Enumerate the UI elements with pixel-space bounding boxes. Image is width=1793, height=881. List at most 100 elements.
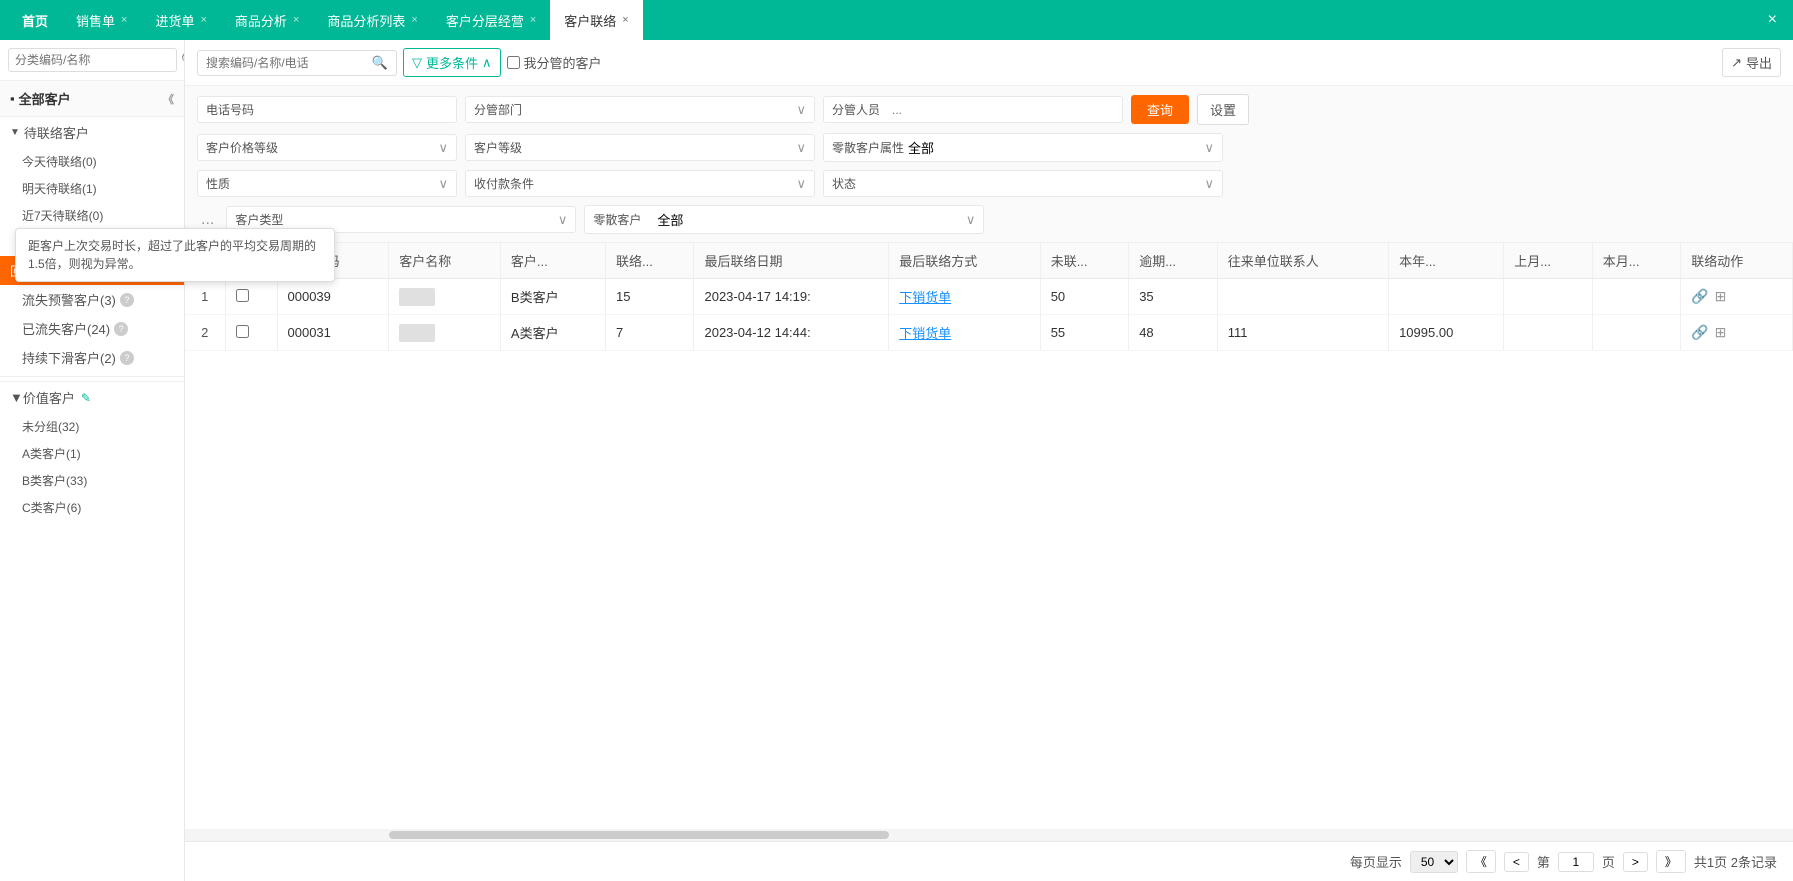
my-customers-checkbox[interactable] [507, 56, 520, 69]
tab-product-analysis-list[interactable]: 商品分析列表 × [313, 0, 431, 40]
retail-customer-field: 零散客户 全部 ∨ [584, 205, 984, 234]
dept-field: 分管部门 ∨ [465, 96, 815, 123]
row-last-method[interactable]: 下销货单 [889, 315, 1040, 351]
close-sales-tab[interactable]: × [121, 14, 127, 26]
my-customers-checkbox-label: 我分管的客户 [507, 53, 602, 72]
page-number-input[interactable] [1558, 852, 1594, 872]
sidebar-item-c-class[interactable]: C类客户(6) [0, 494, 184, 521]
main-layout: 🔍 ▪ 全部客户 《 ▼ 待联络客户 今天待联络(0) 明天待联络(1) 近7天… [0, 40, 1793, 881]
row-contact-count: 15 [605, 279, 694, 315]
status-input[interactable] [892, 177, 1204, 191]
close-customer-contact-tab[interactable]: × [622, 14, 628, 26]
horizontal-scrollbar[interactable] [185, 829, 1793, 841]
gender-dropdown-icon[interactable]: ∨ [438, 176, 448, 192]
price-grade-dropdown-icon[interactable]: ∨ [438, 140, 448, 156]
search-icon[interactable]: 🔍 [372, 55, 388, 71]
row-checkbox[interactable] [225, 315, 277, 351]
customer-grade-input[interactable] [534, 141, 796, 155]
sidebar-group-wait-contact[interactable]: ▼ 待联络客户 [0, 117, 184, 148]
sidebar-item-ungroup[interactable]: 未分组(32) [0, 413, 184, 440]
col-no-contact-header[interactable]: 未联... [1040, 243, 1129, 279]
customer-grade-field: 客户等级 ∨ [465, 134, 815, 161]
page-size-select[interactable]: 50 [1410, 851, 1458, 873]
retail-customer-dropdown-icon[interactable]: ∨ [966, 212, 976, 228]
search-input[interactable] [206, 56, 372, 70]
pay-term-input[interactable] [534, 177, 796, 191]
search-field: 🔍 [197, 50, 397, 76]
already-lost-help-icon[interactable]: ? [114, 322, 128, 336]
more-conditions-btn[interactable]: ▽ 更多条件 ∧ [403, 48, 501, 77]
contact-link-icon[interactable]: 🔗 [1691, 288, 1708, 305]
advanced-filters: 电话号码 分管部门 ∨ 分管人员 查询 设置 客户价格等级 [185, 86, 1793, 243]
close-product-analysis-tab[interactable]: × [293, 14, 299, 26]
sidebar-group-value-customer[interactable]: ▼ 价值客户 ✎ [0, 381, 184, 413]
price-grade-input[interactable] [278, 141, 438, 155]
sidebar-search-input[interactable] [8, 48, 177, 72]
contact-link-icon[interactable]: 🔗 [1691, 324, 1708, 341]
sidebar-item-b-class[interactable]: B类客户(33) [0, 467, 184, 494]
query-button[interactable]: 查询 [1131, 95, 1189, 124]
sidebar-item-tomorrow[interactable]: 明天待联络(1) [0, 175, 184, 202]
tab-customer-tier[interactable]: 客户分层经营 × [432, 0, 550, 40]
col-this-month-header[interactable]: 本月... [1592, 243, 1681, 279]
top-nav: 首页 销售单 × 进货单 × 商品分析 × 商品分析列表 × 客户分层经营 × … [0, 0, 1793, 40]
prev-page-button[interactable]: < [1504, 852, 1529, 872]
sidebar-item-a-class[interactable]: A类客户(1) [0, 440, 184, 467]
col-contact-person-header[interactable]: 往来单位联系人 [1217, 243, 1388, 279]
pay-term-dropdown-icon[interactable]: ∨ [796, 176, 806, 192]
contact-grid-icon[interactable]: ⊞ [1715, 324, 1727, 341]
export-button[interactable]: ↗ 导出 [1722, 48, 1781, 77]
filter-row-2: 客户价格等级 ∨ 客户等级 ∨ 零散客户属性 全部 ∨ [197, 133, 1781, 162]
sidebar-item-7days[interactable]: 近7天待联络(0) [0, 202, 184, 229]
dept-dropdown-icon[interactable]: ∨ [796, 102, 806, 118]
lost-predict-help-icon[interactable]: ? [120, 293, 134, 307]
customer-type-dropdown-icon[interactable]: ∨ [558, 212, 568, 228]
sidebar-item-today[interactable]: 今天待联络(0) [0, 148, 184, 175]
sidebar-collapse-btn[interactable]: 《 [163, 91, 174, 107]
row-checkbox[interactable] [225, 279, 277, 315]
first-page-button[interactable]: 《 [1466, 850, 1496, 873]
col-last-month-header[interactable]: 上月... [1504, 243, 1593, 279]
contact-grid-icon[interactable]: ⊞ [1715, 288, 1727, 305]
tab-purchase[interactable]: 进货单 × [141, 0, 220, 40]
scroll-thumb[interactable] [389, 831, 889, 839]
close-customer-tier-tab[interactable]: × [530, 14, 536, 26]
col-this-year-header[interactable]: 本年... [1389, 243, 1504, 279]
row-contact-person: 111 [1217, 315, 1388, 351]
row-this-month [1592, 315, 1681, 351]
next-page-button[interactable]: > [1623, 852, 1648, 872]
col-name-header[interactable]: 客户名称 [389, 243, 501, 279]
sidebar-item-already-lost[interactable]: 已流失客户(24) ? [0, 314, 184, 343]
retail-attr-dropdown-icon[interactable]: ∨ [1204, 140, 1214, 156]
persist-decrease-help-icon[interactable]: ? [120, 351, 134, 365]
settings-button[interactable]: 设置 [1197, 94, 1249, 125]
phone-input[interactable] [266, 103, 448, 117]
dept-input[interactable] [534, 103, 796, 117]
tab-sales[interactable]: 销售单 × [62, 0, 141, 40]
gender-input[interactable] [266, 177, 438, 191]
row-last-method[interactable]: 下销货单 [889, 279, 1040, 315]
close-window-button[interactable]: × [1760, 11, 1785, 29]
close-purchase-tab[interactable]: × [200, 14, 206, 26]
sidebar-item-lost-predict[interactable]: 流失预警客户(3) ? [0, 285, 184, 314]
person-input[interactable] [892, 103, 1114, 117]
row-overdue: 48 [1129, 315, 1218, 351]
tab-product-analysis[interactable]: 商品分析 × [221, 0, 313, 40]
col-type-header[interactable]: 客户... [500, 243, 605, 279]
row-actions: 🔗 ⊞ [1681, 315, 1793, 351]
customer-type-input[interactable] [295, 213, 557, 227]
close-product-analysis-list-tab[interactable]: × [411, 14, 417, 26]
customer-grade-dropdown-icon[interactable]: ∨ [796, 140, 806, 156]
tab-home[interactable]: 首页 [8, 0, 62, 40]
tab-customer-contact[interactable]: 客户联络 × [550, 0, 642, 40]
row-type: A类客户 [500, 315, 605, 351]
last-page-button[interactable]: 》 [1656, 850, 1686, 873]
status-dropdown-icon[interactable]: ∨ [1204, 176, 1214, 192]
col-last-method-header[interactable]: 最后联络方式 [889, 243, 1040, 279]
col-overdue-header[interactable]: 逾期... [1129, 243, 1218, 279]
sidebar-item-persist-decrease[interactable]: 持续下滑客户(2) ? [0, 343, 184, 372]
col-last-date-header[interactable]: 最后联络日期 [694, 243, 889, 279]
value-customer-edit-icon[interactable]: ✎ [81, 391, 91, 405]
col-contact-count-header[interactable]: 联络... [605, 243, 694, 279]
filter-more-dots[interactable]: ... [197, 211, 218, 229]
